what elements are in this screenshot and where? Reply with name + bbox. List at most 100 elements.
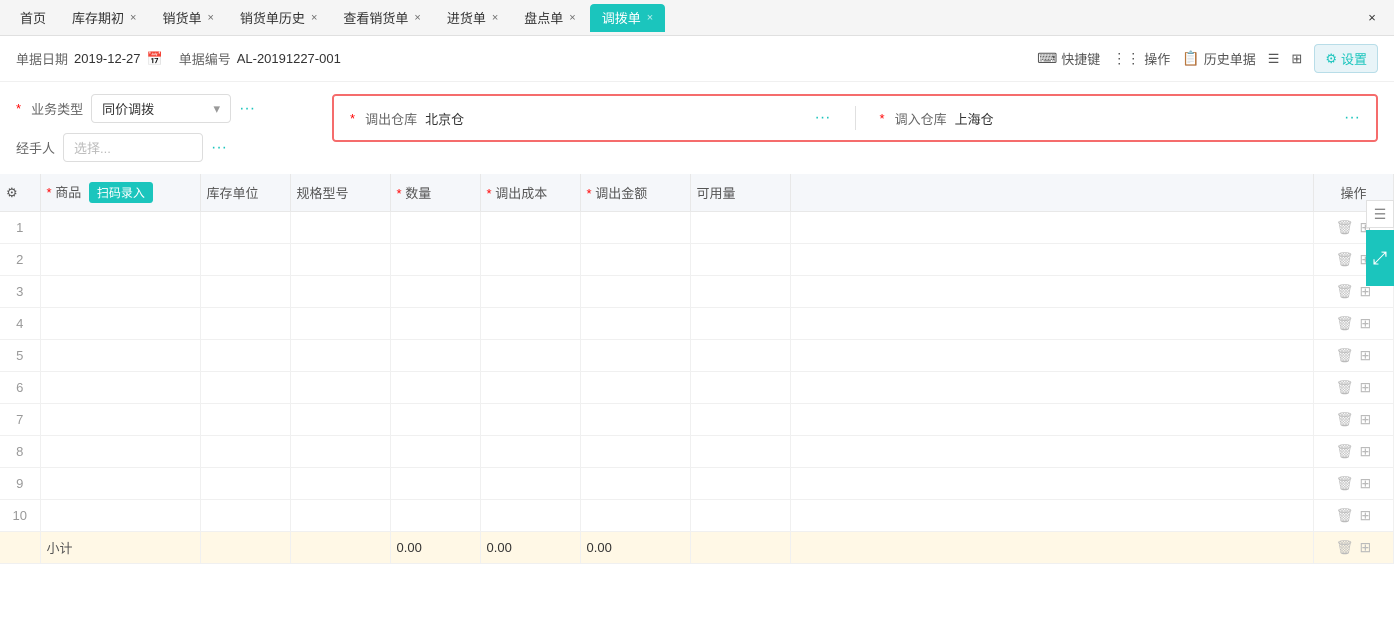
row-available-6[interactable] [690, 372, 790, 404]
row-del-icon-4[interactable]: 🗑 [1336, 315, 1354, 332]
row-spec-1[interactable] [290, 212, 390, 244]
row-unit-1[interactable] [200, 212, 290, 244]
row-amount-7[interactable] [580, 404, 690, 436]
tab-inventory[interactable]: 盘点单 × [512, 4, 587, 32]
row-available-5[interactable] [690, 340, 790, 372]
history-button[interactable]: 📋 历史单据 [1182, 49, 1255, 68]
business-type-more[interactable]: ··· [239, 100, 255, 118]
float-list-button[interactable]: ☰ [1366, 200, 1394, 228]
row-spec-10[interactable] [290, 500, 390, 532]
row-amount-6[interactable] [580, 372, 690, 404]
tab-purchase[interactable]: 进货单 × [435, 4, 510, 32]
calendar-icon[interactable]: 📅 [147, 51, 163, 67]
row-cost-1[interactable] [480, 212, 580, 244]
row-available-4[interactable] [690, 308, 790, 340]
row-qty-10[interactable] [390, 500, 480, 532]
row-amount-4[interactable] [580, 308, 690, 340]
row-qty-9[interactable] [390, 468, 480, 500]
row-spec-6[interactable] [290, 372, 390, 404]
row-copy-icon-9[interactable]: ⊞ [1360, 475, 1372, 492]
row-copy-icon-8[interactable]: ⊞ [1360, 443, 1372, 460]
subtotal-del-icon[interactable]: 🗑 [1336, 539, 1354, 556]
row-del-icon-3[interactable]: 🗑 [1336, 283, 1354, 300]
row-available-10[interactable] [690, 500, 790, 532]
row-amount-5[interactable] [580, 340, 690, 372]
row-spec-2[interactable] [290, 244, 390, 276]
row-qty-8[interactable] [390, 436, 480, 468]
shortcuts-button[interactable]: ⌨ 快捷键 [1037, 49, 1100, 68]
row-product-3[interactable] [40, 276, 200, 308]
row-qty-7[interactable] [390, 404, 480, 436]
row-qty-3[interactable] [390, 276, 480, 308]
tab-view-sales[interactable]: 查看销货单 × [331, 4, 432, 32]
tab-view-sales-close[interactable]: × [414, 12, 420, 24]
table-scroll[interactable]: ⚙ * 商品 扫码录入 库存单位 规格型号 [0, 174, 1394, 634]
row-amount-9[interactable] [580, 468, 690, 500]
row-del-icon-6[interactable]: 🗑 [1336, 379, 1354, 396]
row-cost-2[interactable] [480, 244, 580, 276]
row-copy-icon-6[interactable]: ⊞ [1360, 379, 1372, 396]
row-qty-4[interactable] [390, 308, 480, 340]
tab-purchase-close[interactable]: × [492, 12, 498, 24]
row-spec-3[interactable] [290, 276, 390, 308]
tab-inventory-init-close[interactable]: × [130, 12, 136, 24]
row-available-7[interactable] [690, 404, 790, 436]
close-all-button[interactable]: × [1358, 4, 1386, 32]
tab-home[interactable]: 首页 [8, 4, 58, 32]
row-cost-4[interactable] [480, 308, 580, 340]
row-spec-4[interactable] [290, 308, 390, 340]
layout-list-button[interactable]: ☰ [1268, 51, 1280, 67]
row-qty-2[interactable] [390, 244, 480, 276]
row-cost-7[interactable] [480, 404, 580, 436]
th-settings[interactable]: ⚙ [0, 174, 40, 212]
row-unit-4[interactable] [200, 308, 290, 340]
row-del-icon-8[interactable]: 🗑 [1336, 443, 1354, 460]
row-unit-7[interactable] [200, 404, 290, 436]
row-cost-9[interactable] [480, 468, 580, 500]
row-spec-9[interactable] [290, 468, 390, 500]
row-product-8[interactable] [40, 436, 200, 468]
row-available-8[interactable] [690, 436, 790, 468]
row-del-icon-10[interactable]: 🗑 [1336, 507, 1354, 524]
row-del-icon-2[interactable]: 🗑 [1336, 251, 1354, 268]
row-spec-8[interactable] [290, 436, 390, 468]
row-amount-2[interactable] [580, 244, 690, 276]
float-expand-button[interactable]: ⤢ [1366, 230, 1394, 286]
business-type-dropdown[interactable]: 同价调拨 ▾ [91, 94, 231, 123]
row-cost-3[interactable] [480, 276, 580, 308]
row-product-6[interactable] [40, 372, 200, 404]
row-product-4[interactable] [40, 308, 200, 340]
row-amount-3[interactable] [580, 276, 690, 308]
row-unit-5[interactable] [200, 340, 290, 372]
row-unit-2[interactable] [200, 244, 290, 276]
row-product-10[interactable] [40, 500, 200, 532]
row-product-7[interactable] [40, 404, 200, 436]
tab-sales-order-close[interactable]: × [207, 12, 213, 24]
row-spec-7[interactable] [290, 404, 390, 436]
scan-button[interactable]: 扫码录入 [89, 182, 153, 203]
row-available-1[interactable] [690, 212, 790, 244]
row-available-3[interactable] [690, 276, 790, 308]
row-cost-10[interactable] [480, 500, 580, 532]
row-qty-1[interactable] [390, 212, 480, 244]
tab-inventory-init[interactable]: 库存期初 × [60, 4, 148, 32]
settings-button[interactable]: ⚙ 设置 [1314, 44, 1378, 73]
in-warehouse-more[interactable]: ··· [1344, 109, 1360, 127]
out-warehouse-more[interactable]: ··· [815, 109, 831, 127]
row-copy-icon-4[interactable]: ⊞ [1360, 315, 1372, 332]
layout-grid-button[interactable]: ⊞ [1291, 51, 1302, 67]
row-cost-6[interactable] [480, 372, 580, 404]
row-qty-6[interactable] [390, 372, 480, 404]
tab-sales-history[interactable]: 销货单历史 × [228, 4, 329, 32]
row-unit-3[interactable] [200, 276, 290, 308]
row-amount-8[interactable] [580, 436, 690, 468]
row-cost-8[interactable] [480, 436, 580, 468]
row-product-1[interactable] [40, 212, 200, 244]
tab-inventory-close[interactable]: × [569, 12, 575, 24]
tab-sales-order[interactable]: 销货单 × [150, 4, 225, 32]
row-unit-6[interactable] [200, 372, 290, 404]
handler-dropdown[interactable]: 选择... [63, 133, 203, 162]
tab-sales-history-close[interactable]: × [311, 12, 317, 24]
row-del-icon-9[interactable]: 🗑 [1336, 475, 1354, 492]
subtotal-copy-icon[interactable]: ⊞ [1360, 539, 1372, 556]
